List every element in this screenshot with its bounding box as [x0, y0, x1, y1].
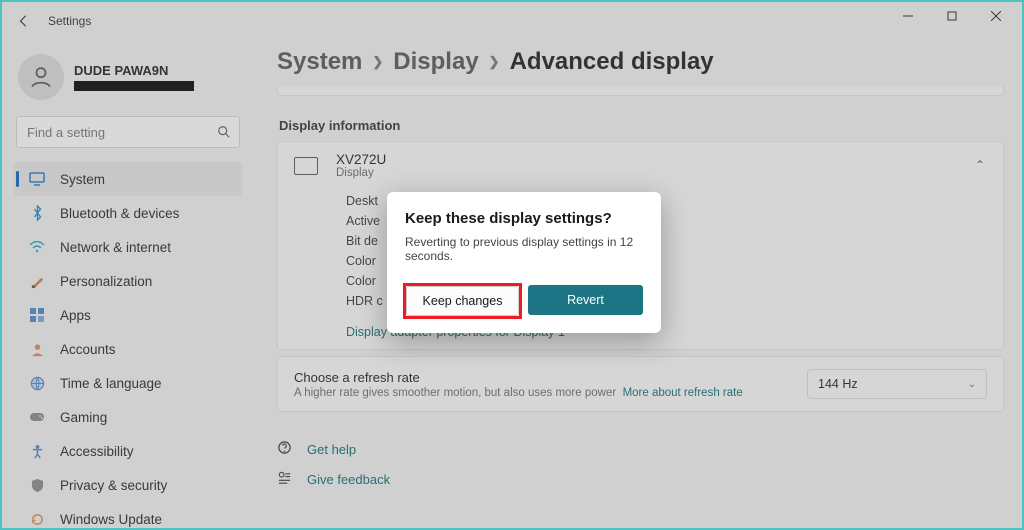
- sidebar-item-apps[interactable]: Apps: [14, 298, 242, 332]
- give-feedback-link[interactable]: Give feedback: [277, 464, 1004, 494]
- sidebar-item-label: System: [60, 172, 105, 187]
- sidebar-item-system[interactable]: System: [14, 162, 242, 196]
- nav-list: System Bluetooth & devices Network & int…: [12, 162, 244, 530]
- sidebar-item-label: Windows Update: [60, 512, 162, 527]
- avatar: [18, 54, 64, 100]
- sidebar-item-label: Personalization: [60, 274, 152, 289]
- dialog-body: Reverting to previous display settings i…: [405, 235, 643, 263]
- monitor-icon: [294, 157, 318, 175]
- titlebar: Settings: [2, 2, 1022, 40]
- display-name: XV272U: [336, 152, 386, 167]
- minimize-icon: [903, 11, 913, 21]
- sidebar-item-network[interactable]: Network & internet: [14, 230, 242, 264]
- sidebar-item-label: Accessibility: [60, 444, 134, 459]
- sidebar-item-label: Time & language: [60, 376, 162, 391]
- search-box[interactable]: [16, 116, 240, 148]
- breadcrumb-system[interactable]: System: [277, 48, 362, 76]
- help-links: Get help Give feedback: [277, 434, 1004, 494]
- update-icon: [28, 510, 46, 528]
- settings-window: Settings DUDE PAWA9N: [0, 0, 1024, 530]
- chevron-right-icon: ❯: [372, 54, 383, 70]
- user-row[interactable]: DUDE PAWA9N: [12, 50, 244, 110]
- brush-icon: [28, 272, 46, 290]
- system-icon: [28, 170, 46, 188]
- sidebar-item-label: Accounts: [60, 342, 116, 357]
- accessibility-icon: [28, 442, 46, 460]
- window-title: Settings: [48, 14, 91, 28]
- wifi-icon: [28, 238, 46, 256]
- maximize-button[interactable]: [930, 2, 974, 30]
- chevron-down-icon: ⌄: [968, 379, 976, 390]
- breadcrumb-current: Advanced display: [510, 48, 714, 76]
- apps-icon: [28, 306, 46, 324]
- sidebar-item-time-language[interactable]: Time & language: [14, 366, 242, 400]
- sidebar-item-accessibility[interactable]: Accessibility: [14, 434, 242, 468]
- breadcrumb-display[interactable]: Display: [393, 48, 478, 76]
- sidebar-item-label: Bluetooth & devices: [60, 206, 179, 221]
- display-sub: Display: [336, 167, 386, 179]
- sidebar-item-label: Network & internet: [60, 240, 171, 255]
- maximize-icon: [947, 11, 957, 21]
- sidebar-item-label: Apps: [60, 308, 91, 323]
- collapsed-card-remnant: [277, 86, 1004, 96]
- keep-changes-button[interactable]: Keep changes: [406, 286, 519, 316]
- sidebar-item-privacy[interactable]: Privacy & security: [14, 468, 242, 502]
- window-controls: [886, 2, 1018, 30]
- sidebar-item-bluetooth[interactable]: Bluetooth & devices: [14, 196, 242, 230]
- refresh-title: Choose a refresh rate: [294, 370, 743, 385]
- revert-button[interactable]: Revert: [528, 285, 643, 315]
- sidebar-item-accounts[interactable]: Accounts: [14, 332, 242, 366]
- sidebar-item-label: Gaming: [60, 410, 107, 425]
- gaming-icon: [28, 408, 46, 426]
- display-card-header[interactable]: XV272U Display ⌃: [278, 142, 1003, 185]
- bluetooth-icon: [28, 204, 46, 222]
- dialog-title: Keep these display settings?: [405, 210, 643, 227]
- refresh-value: 144 Hz: [818, 377, 858, 391]
- shield-icon: [28, 476, 46, 494]
- breadcrumb: System ❯ Display ❯ Advanced display: [277, 48, 1004, 76]
- refresh-rate-select[interactable]: 144 Hz ⌄: [807, 369, 987, 399]
- user-name: DUDE PAWA9N: [74, 63, 194, 78]
- keep-settings-dialog: Keep these display settings? Reverting t…: [387, 192, 661, 333]
- sidebar-item-label: Privacy & security: [60, 478, 167, 493]
- back-button[interactable]: [14, 11, 34, 31]
- sidebar-item-update[interactable]: Windows Update: [14, 502, 242, 530]
- more-refresh-link[interactable]: More about refresh rate: [623, 387, 743, 399]
- accounts-icon: [28, 340, 46, 358]
- close-icon: [991, 11, 1001, 21]
- chevron-up-icon: ⌃: [975, 158, 985, 172]
- user-email-redacted: [74, 81, 194, 91]
- refresh-rate-card: Choose a refresh rate A higher rate give…: [277, 356, 1004, 412]
- help-icon: [277, 440, 295, 458]
- feedback-icon: [277, 470, 295, 488]
- close-button[interactable]: [974, 2, 1018, 30]
- search-icon: [217, 125, 231, 139]
- sidebar: DUDE PAWA9N System Bluetooth & devices N…: [12, 50, 244, 530]
- arrow-left-icon: [17, 14, 31, 28]
- sidebar-item-personalization[interactable]: Personalization: [14, 264, 242, 298]
- chevron-right-icon: ❯: [489, 54, 500, 70]
- minimize-button[interactable]: [886, 2, 930, 30]
- sidebar-item-gaming[interactable]: Gaming: [14, 400, 242, 434]
- globe-clock-icon: [28, 374, 46, 392]
- refresh-sub: A higher rate gives smoother motion, but…: [294, 387, 743, 399]
- section-title: Display information: [279, 118, 1004, 133]
- search-input[interactable]: [25, 124, 217, 141]
- get-help-link[interactable]: Get help: [277, 434, 1004, 464]
- person-icon: [28, 64, 54, 90]
